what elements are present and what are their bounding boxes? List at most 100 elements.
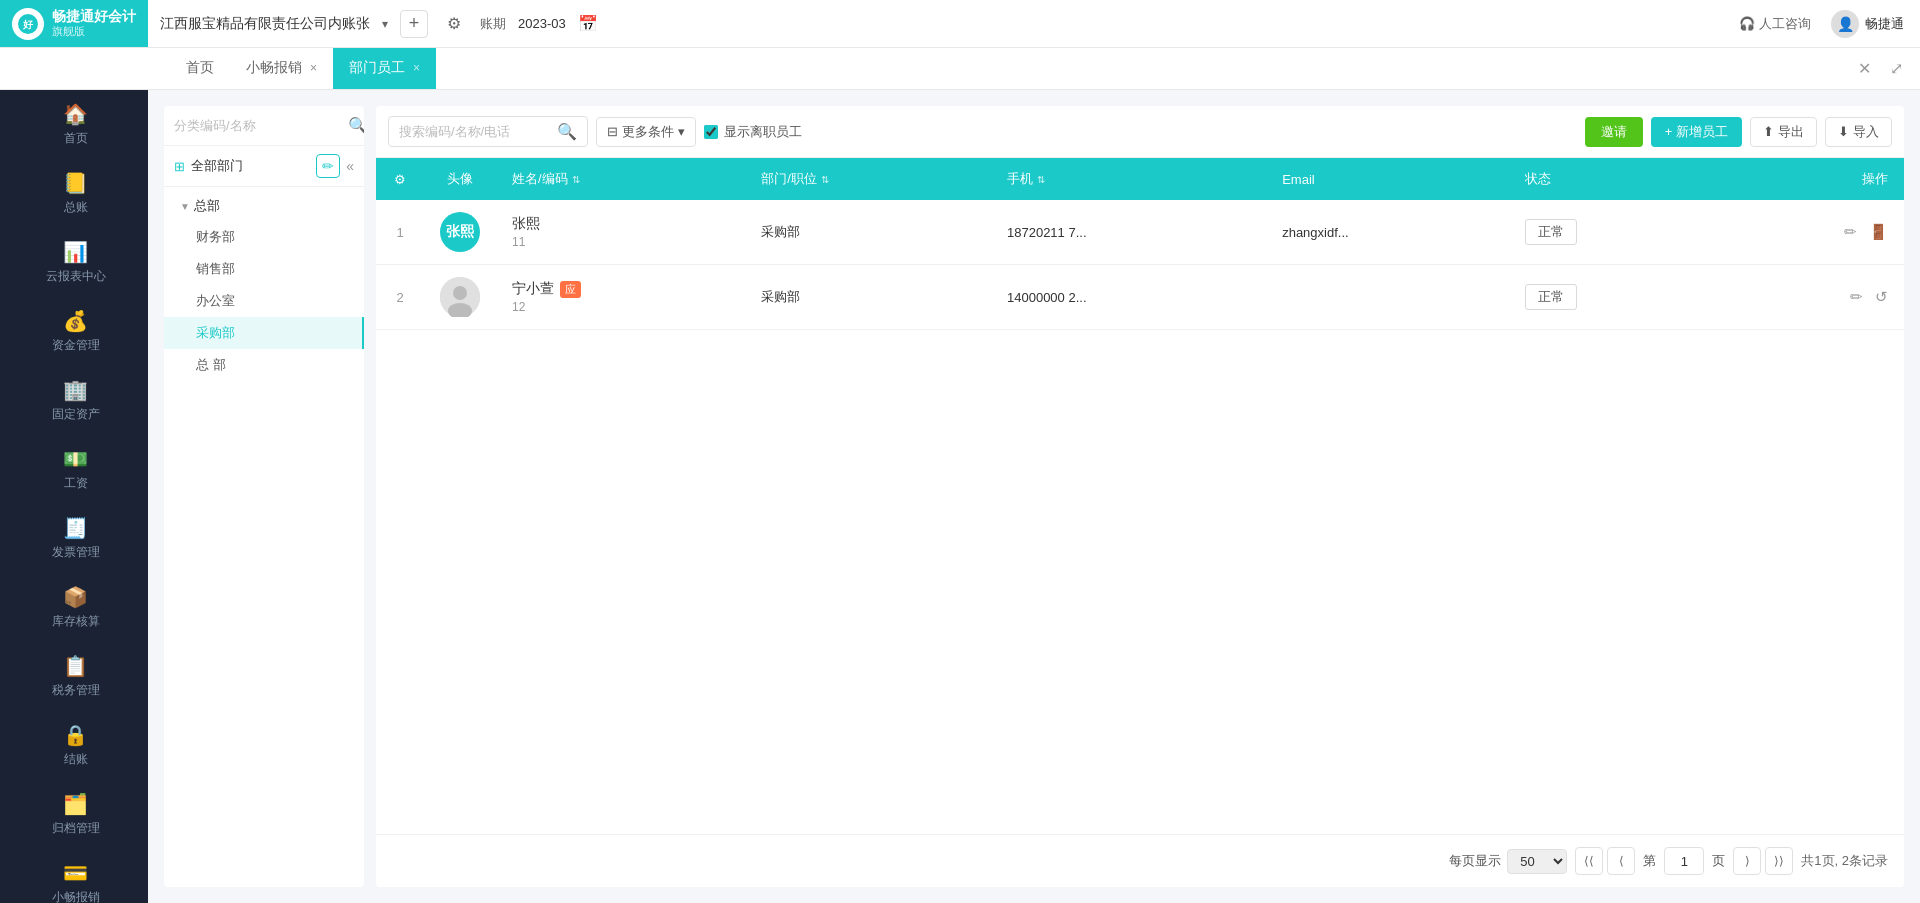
sidebar-ledger-label: 总账 <box>64 199 88 216</box>
sidebar-funds-label: 资金管理 <box>52 337 100 354</box>
tab-dept-close[interactable]: × <box>413 61 420 75</box>
col-settings[interactable]: ⚙ <box>376 158 424 200</box>
sidebar-item-ledger[interactable]: 📒 总账 <box>0 159 148 228</box>
app-name: 畅捷通好会计 <box>52 8 136 25</box>
import-icon: ⬇ <box>1838 124 1849 139</box>
row-num-2: 2 <box>376 265 424 330</box>
user-area[interactable]: 👤 畅捷通 <box>1831 10 1904 38</box>
dept-search-area: 🔍 <box>164 106 364 146</box>
tab-close-window[interactable]: ✕ <box>1852 57 1876 81</box>
calendar-icon[interactable]: 📅 <box>578 14 598 33</box>
per-page-dropdown[interactable]: 10 20 50 100 <box>1507 849 1567 874</box>
page-input[interactable] <box>1664 847 1704 875</box>
invoice-icon: 🧾 <box>63 516 88 540</box>
company-name: 江西服宝精品有限责任公司内账张 <box>160 15 370 33</box>
sidebar-assets-label: 固定资产 <box>52 406 100 423</box>
tax-icon: 📋 <box>63 654 88 678</box>
page-prev-button[interactable]: ⟨ <box>1607 847 1635 875</box>
funds-icon: 💰 <box>63 309 88 333</box>
page-label: 第 <box>1643 852 1656 870</box>
tab-expense-label: 小畅报销 <box>246 59 302 77</box>
sidebar: 🏠 首页 📒 总账 📊 云报表中心 💰 资金管理 🏢 固定资产 💵 工资 🧾 发… <box>0 90 148 903</box>
more-filter-button[interactable]: ⊟ 更多条件 ▾ <box>596 117 696 147</box>
user-avatar: 👤 <box>1831 10 1859 38</box>
row-avatar-1: 张熙 <box>424 200 496 265</box>
company-dropdown-icon[interactable]: ▾ <box>382 17 388 31</box>
all-dept-label[interactable]: ⊞ 全部部门 <box>174 157 243 175</box>
tab-home-label: 首页 <box>186 59 214 77</box>
tab-expense-close[interactable]: × <box>310 61 317 75</box>
inventory-icon: 📦 <box>63 585 88 609</box>
sidebar-item-close[interactable]: 🔒 结账 <box>0 711 148 780</box>
row-avatar-2 <box>424 265 496 330</box>
sidebar-invoice-label: 发票管理 <box>52 544 100 561</box>
dept-item-sales[interactable]: 销售部 <box>164 253 364 285</box>
dept-item-purchase[interactable]: 采购部 <box>164 317 364 349</box>
filter-icon: ⊟ <box>607 124 618 139</box>
tab-dept-employee[interactable]: 部门员工 × <box>333 48 436 89</box>
service-button[interactable]: 🎧 人工咨询 <box>1739 15 1811 33</box>
tab-bar: 首页 小畅报销 × 部门员工 × ✕ ⤢ <box>0 48 1920 90</box>
home-icon: 🏠 <box>63 102 88 126</box>
employee-table-body: 1 张熙 张熙 11 采购部 <box>376 200 1904 330</box>
dept-item-headquarters[interactable]: 总 部 <box>164 349 364 381</box>
total-info: 共1页, 2条记录 <box>1801 852 1888 870</box>
search-icon[interactable]: 🔍 <box>557 122 577 141</box>
add-top-button[interactable]: + <box>400 10 428 38</box>
row-actions-1: ✏ 🚪 <box>1716 200 1904 265</box>
page-first-button[interactable]: ⟨⟨ <box>1575 847 1603 875</box>
col-phone[interactable]: 手机⇅ <box>991 158 1266 200</box>
sidebar-item-salary[interactable]: 💵 工资 <box>0 435 148 504</box>
resigned-checkbox-input[interactable] <box>704 125 718 139</box>
assets-icon: 🏢 <box>63 378 88 402</box>
row-name-2: 宁小萱 应 12 <box>496 265 745 330</box>
sidebar-item-funds[interactable]: 💰 资金管理 <box>0 297 148 366</box>
service-label: 人工咨询 <box>1759 15 1811 33</box>
sidebar-item-inventory[interactable]: 📦 库存核算 <box>0 573 148 642</box>
sidebar-item-home[interactable]: 🏠 首页 <box>0 90 148 159</box>
dept-search-icon[interactable]: 🔍 <box>348 116 364 135</box>
dept-collapse-button[interactable]: « <box>346 158 354 174</box>
content-area: 🔍 ⊞ 全部部门 ✏ « ▼ 总部 <box>148 90 1920 903</box>
sidebar-expense-label: 小畅报销 <box>52 889 100 903</box>
close-period-icon: 🔒 <box>63 723 88 747</box>
sidebar-item-invoice[interactable]: 🧾 发票管理 <box>0 504 148 573</box>
edit-button-1[interactable]: ✏ <box>1844 223 1857 241</box>
tab-home[interactable]: 首页 <box>170 48 230 89</box>
tab-expand-icon[interactable]: ⤢ <box>1884 57 1908 81</box>
add-employee-button[interactable]: + 新增员工 <box>1651 117 1742 147</box>
show-resigned-checkbox[interactable]: 显示离职员工 <box>704 123 802 141</box>
period-label: 账期 <box>480 15 506 33</box>
edit-button-2[interactable]: ✏ <box>1850 288 1863 306</box>
import-button[interactable]: ⬇ 导入 <box>1825 117 1892 147</box>
sidebar-item-archive[interactable]: 🗂️ 归档管理 <box>0 780 148 849</box>
col-status: 状态 <box>1509 158 1716 200</box>
col-name-code[interactable]: 姓名/编码⇅ <box>496 158 745 200</box>
dept-item-office[interactable]: 办公室 <box>164 285 364 317</box>
grid-icon: ⊞ <box>174 159 185 174</box>
sidebar-item-reports[interactable]: 📊 云报表中心 <box>0 228 148 297</box>
page-last-button[interactable]: ⟩⟩ <box>1765 847 1793 875</box>
invite-button[interactable]: 邀请 <box>1585 117 1643 147</box>
ledger-icon: 📒 <box>63 171 88 195</box>
employee-search-input[interactable] <box>399 124 551 139</box>
main-layout: 🏠 首页 📒 总账 📊 云报表中心 💰 资金管理 🏢 固定资产 💵 工资 🧾 发… <box>0 90 1920 903</box>
row-email-1: zhangxidf... <box>1266 200 1509 265</box>
row-email-2 <box>1266 265 1509 330</box>
export-icon: ⬆ <box>1763 124 1774 139</box>
col-dept-pos[interactable]: 部门/职位⇅ <box>745 158 991 200</box>
sidebar-item-expense[interactable]: 💳 小畅报销 <box>0 849 148 903</box>
tab-expense[interactable]: 小畅报销 × <box>230 48 333 89</box>
page-next-button[interactable]: ⟩ <box>1733 847 1761 875</box>
restore-button-2[interactable]: ↺ <box>1875 288 1888 306</box>
sidebar-item-tax[interactable]: 📋 税务管理 <box>0 642 148 711</box>
emp-code-2: 12 <box>512 300 729 314</box>
arrow-icon: ▼ <box>180 201 190 212</box>
export-button[interactable]: ⬆ 导出 <box>1750 117 1817 147</box>
settings-top-icon[interactable]: ⚙ <box>440 10 468 38</box>
sidebar-item-assets[interactable]: 🏢 固定资产 <box>0 366 148 435</box>
dept-search-input[interactable] <box>174 118 342 133</box>
more-button-1[interactable]: 🚪 <box>1869 223 1888 241</box>
dept-item-finance[interactable]: 财务部 <box>164 221 364 253</box>
dept-edit-button[interactable]: ✏ <box>316 154 340 178</box>
